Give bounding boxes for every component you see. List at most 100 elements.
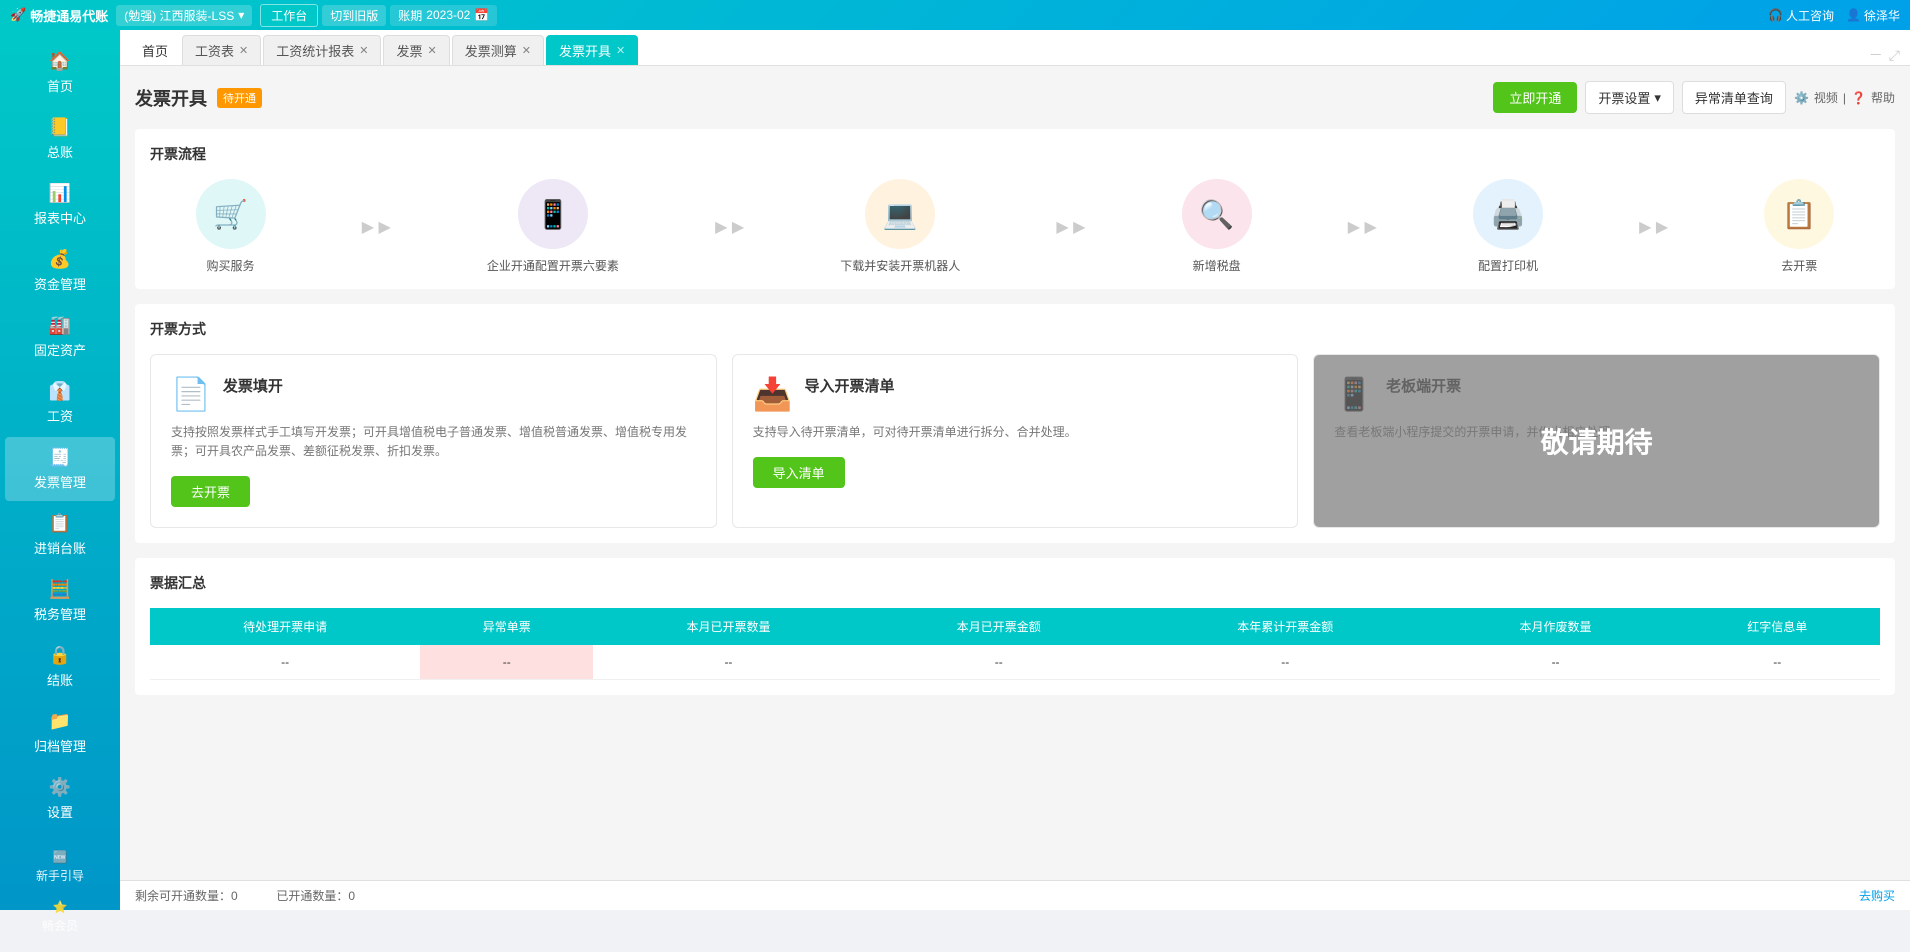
fill-invoice-title: 发票填开 [223,375,283,396]
main-layout: 🏠 首页 📒 总账 📊 报表中心 💰 资金管理 🏭 固定资产 👔 工资 🧾 发票… [0,30,1910,910]
method-card-fill-header: 📄 发票填开 [171,375,696,413]
flow-steps: 🛒 购买服务 ▶ ▶ 📱 企业开通配置开票六要素 ▶ ▶ 💻 下载并安装开票机器… [150,179,1880,274]
method-card-import-header: 📥 导入开票清单 [753,375,1278,413]
cell-year-amount: -- [1134,645,1437,680]
import-invoice-desc: 支持导入待开票清单，可对待开票清单进行拆分、合并处理。 [753,423,1278,442]
salary-icon: 👔 [49,381,71,402]
flow-step-buy[interactable]: 🛒 购买服务 [196,179,266,274]
download-icon: 💻 [865,179,935,249]
cell-red-info: -- [1675,645,1881,680]
tab-salary[interactable]: 工资表 ✕ [182,35,261,65]
flow-step-configure[interactable]: 📱 企业开通配置开票六要素 [487,179,619,274]
open-now-button[interactable]: 立即开通 [1493,82,1577,113]
header-actions: 立即开通 开票设置 ▾ 异常清单查询 ⚙️ 视频 | ❓ 帮助 [1493,81,1895,114]
tab-invoice-issue[interactable]: 发票开具 ✕ [546,35,638,65]
newbie-icon: 🆕 [53,850,68,864]
flow-step-download[interactable]: 💻 下载并安装开票机器人 [840,179,960,274]
period-selector[interactable]: 账期 2023-02 📅 [390,5,497,26]
bottom-bar: 剩余可开通数量：0 已开通数量：0 去购买 [120,880,1910,910]
tab-salary-report[interactable]: 工资统计报表 ✕ [263,35,381,65]
import-invoice-title: 导入开票清单 [805,375,895,396]
user-icon: 👤 [1846,8,1861,22]
help-icon2: ❓ [1851,91,1866,105]
company-selector[interactable]: (勉强) 江西服装-LSS ▾ [116,5,252,26]
chevron-down-icon: ▾ [1654,90,1661,106]
methods-section-title: 开票方式 [150,319,1880,339]
old-version-button[interactable]: 切到旧版 [322,5,386,26]
go-issue-button[interactable]: 去开票 [171,476,250,507]
archive-icon: 📁 [49,711,71,732]
col-void-count: 本月作废数量 [1437,608,1675,645]
sidebar-item-tax[interactable]: 🧮 税务管理 [5,569,115,633]
sidebar-item-assets[interactable]: 🏭 固定资产 [5,305,115,369]
col-month-count: 本月已开票数量 [593,608,863,645]
tab-invoice-calc[interactable]: 发票测算 ✕ [452,35,544,65]
status-badge: 待开通 [217,88,262,108]
fill-invoice-icon: 📄 [171,375,211,413]
sidebar-item-purchase[interactable]: 📋 进销台账 [5,503,115,567]
overlay-text: 敬请期待 [1541,421,1653,461]
coming-soon-overlay: 敬请期待 [1314,355,1879,527]
page-title: 发票开具 [135,85,207,111]
maximize-button[interactable]: ⤢ [1889,47,1900,64]
tab-invoice[interactable]: 发票 ✕ [383,35,449,65]
content-area: 首页 工资表 ✕ 工资统计报表 ✕ 发票 ✕ 发票测算 ✕ 发票开具 ✕ [120,30,1910,910]
tab-close-salary-report[interactable]: ✕ [359,44,368,57]
help-icon: ⚙️ [1794,91,1809,105]
cell-void-count: -- [1437,645,1675,680]
method-card-import: 📥 导入开票清单 支持导入待开票清单，可对待开票清单进行拆分、合并处理。 导入清… [732,354,1299,528]
sidebar-item-settings[interactable]: ⚙️ 设置 [5,767,115,831]
sidebar-item-member[interactable]: ⭐ 畅会员 [5,892,115,942]
sidebar-item-invoice[interactable]: 🧾 发票管理 [5,437,115,501]
cell-pending: -- [150,645,420,680]
sidebar-item-funds[interactable]: 💰 资金管理 [5,239,115,303]
page-content: 发票开具 待开通 立即开通 开票设置 ▾ 异常清单查询 ⚙️ 视频 | ❓ [120,66,1910,880]
sidebar-item-ledger[interactable]: 📒 总账 [5,107,115,171]
tab-home[interactable]: 首页 [130,35,180,65]
col-month-amount: 本月已开票金额 [864,608,1134,645]
open-settings-button[interactable]: 开票设置 ▾ [1585,81,1674,114]
tab-close-invoice-issue[interactable]: ✕ [616,44,625,57]
sidebar-item-reports[interactable]: 📊 报表中心 [5,173,115,237]
page-title-row: 发票开具 待开通 [135,85,262,111]
flow-section: 开票流程 🛒 购买服务 ▶ ▶ 📱 企业开通配置开票六要素 ▶ ▶ 💻 下载 [135,129,1895,289]
flow-step-issue[interactable]: 📋 去开票 [1764,179,1834,274]
flow-arrow-1: ▶ ▶ [362,217,391,237]
method-card-boss: 📱 老板端开票 查看老板端小程序提交的开票申请，并作出相应处理。 敬请期待 [1313,354,1880,528]
app-logo: 🚀 畅捷通易代账 [10,6,108,25]
calendar-icon: 📅 [474,8,489,22]
method-card-fill: 📄 发票填开 支持按照发票样式手工填写开发票；可开具增值税电子普通发票、增值税普… [150,354,717,528]
sidebar-item-close[interactable]: 🔒 结账 [5,635,115,699]
header-help: ⚙️ 视频 | ❓ 帮助 [1794,89,1895,106]
col-red-info: 红字信息单 [1675,608,1881,645]
col-pending: 待处理开票申请 [150,608,420,645]
logo-icon: 🚀 [10,7,26,23]
import-list-button[interactable]: 导入清单 [753,457,845,488]
support-button[interactable]: 🎧 人工咨询 [1768,7,1834,24]
tab-close-invoice-calc[interactable]: ✕ [522,44,531,57]
close-accounts-icon: 🔒 [49,645,71,666]
sidebar-item-salary[interactable]: 👔 工资 [5,371,115,435]
summary-data-row: -- -- -- -- -- -- -- [150,645,1880,680]
import-invoice-icon: 📥 [753,375,793,413]
sidebar-bottom: 🆕 新手引导 ⭐ 畅会员 [0,832,120,952]
flow-step-printer[interactable]: 🖨️ 配置打印机 [1473,179,1543,274]
user-menu[interactable]: 👤 徐泽华 [1846,7,1900,24]
tab-close-invoice[interactable]: ✕ [428,44,437,57]
flow-step-taxdisk[interactable]: 🔍 新增税盘 [1182,179,1252,274]
sidebar-item-home[interactable]: 🏠 首页 [5,41,115,105]
invoice-icon: 🧾 [49,447,71,468]
purchase-icon: 📋 [49,513,71,534]
tab-close-salary[interactable]: ✕ [239,44,248,57]
chevron-down-icon: ▾ [238,8,244,22]
buy-link[interactable]: 去购买 [1859,887,1895,904]
flow-arrow-3: ▶ ▶ [1056,217,1085,237]
sidebar-item-newbie[interactable]: 🆕 新手引导 [5,842,115,892]
bottom-bar-info: 剩余可开通数量：0 已开通数量：0 [135,887,355,904]
taxdisk-icon: 🔍 [1182,179,1252,249]
configure-icon: 📱 [518,179,588,249]
anomaly-query-button[interactable]: 异常清单查询 [1682,81,1786,114]
minimize-button[interactable]: － [1869,45,1883,65]
workbench-button[interactable]: 工作台 [260,4,318,27]
sidebar-item-archive[interactable]: 📁 归档管理 [5,701,115,765]
